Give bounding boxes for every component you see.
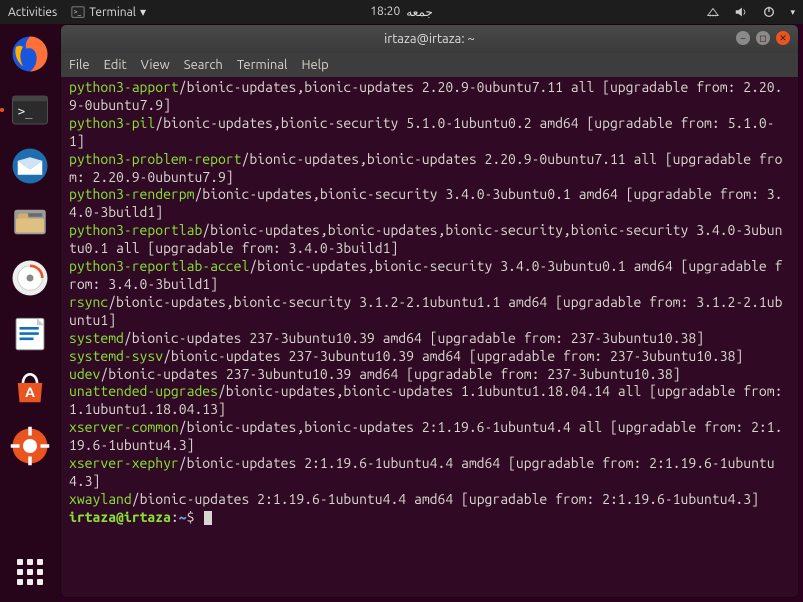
activities-button[interactable]: Activities	[8, 6, 57, 19]
package-name: python3-reportlab	[69, 222, 202, 238]
window-titlebar[interactable]: irtaza@irtaza: ~ – ◻ ✕	[61, 25, 798, 53]
package-name: python3-reportlab-accel	[69, 258, 249, 274]
chevron-down-icon: ▾	[790, 7, 795, 18]
terminal-menubar: File Edit View Search Terminal Help	[61, 53, 798, 77]
dock-item-thunderbird[interactable]	[6, 142, 54, 190]
package-details: /bionic-updates,bionic-security 3.1.2-2.…	[69, 294, 782, 328]
package-details: /bionic-updates 237-3ubuntu10.39 amd64 […	[124, 330, 704, 346]
terminal-icon: >_	[71, 5, 85, 19]
prompt-user-host: irtaza@irtaza	[69, 509, 171, 525]
package-name: python3-apport	[69, 79, 179, 95]
prompt-colon: :	[171, 509, 179, 525]
window-title: irtaza@irtaza: ~	[384, 32, 475, 46]
prompt-symbol: $	[187, 509, 203, 525]
terminal-output[interactable]: python3-apport/bionic-updates,bionic-upd…	[61, 77, 798, 597]
package-name: xwayland	[69, 491, 132, 507]
status-area[interactable]: ▾	[706, 5, 795, 19]
terminal-window: irtaza@irtaza: ~ – ◻ ✕ File Edit View Searc…	[60, 24, 799, 598]
package-name: unattended-upgrades	[69, 383, 218, 399]
package-name: python3-problem-report	[69, 151, 241, 167]
clock-date: جمعه	[406, 5, 433, 19]
maximize-button[interactable]: ◻	[756, 31, 770, 45]
package-name: rsync	[69, 294, 108, 310]
menu-terminal[interactable]: Terminal	[237, 58, 288, 72]
package-name: systemd	[69, 330, 124, 346]
package-details: /bionic-updates 237-3ubuntu10.39 amd64 […	[163, 348, 743, 364]
dock-item-firefox[interactable]	[6, 30, 54, 78]
svg-text:>_: >_	[74, 8, 82, 16]
power-icon	[762, 5, 776, 19]
dock: >_ A	[0, 24, 60, 602]
network-icon	[706, 5, 720, 19]
package-details: /bionic-updates 2:1.19.6-1ubuntu4.4 amd6…	[132, 491, 759, 507]
svg-text:>_: >_	[18, 104, 33, 118]
dock-item-terminal[interactable]: >_	[6, 86, 54, 134]
clock[interactable]: 18:20 جمعه	[370, 5, 433, 19]
app-menu-label: Terminal	[89, 6, 136, 19]
minimize-button[interactable]: –	[736, 31, 750, 45]
menu-view[interactable]: View	[141, 58, 170, 72]
package-name: xserver-common	[69, 419, 179, 435]
dock-item-software[interactable]: A	[6, 366, 54, 414]
terminal-cursor	[204, 511, 212, 525]
package-name: python3-pil	[69, 115, 155, 131]
chevron-down-icon: ▾	[140, 5, 146, 19]
volume-icon	[734, 5, 748, 19]
show-applications-button[interactable]	[6, 548, 54, 596]
package-name: udev	[69, 366, 100, 382]
menu-help[interactable]: Help	[301, 58, 328, 72]
clock-time: 18:20	[370, 5, 400, 19]
package-name: xserver-xephyr	[69, 455, 179, 471]
dock-item-files[interactable]	[6, 198, 54, 246]
package-details: /bionic-updates,bionic-security 5.1.0-1u…	[69, 115, 775, 149]
menu-search[interactable]: Search	[184, 58, 223, 72]
prompt-path: ~	[179, 509, 187, 525]
dock-item-help[interactable]	[6, 422, 54, 470]
svg-text:A: A	[25, 384, 35, 400]
menu-file[interactable]: File	[69, 58, 90, 72]
package-name: systemd-sysv	[69, 348, 163, 364]
gnome-topbar: Activities >_ Terminal ▾ 18:20 جمعه ▾	[0, 0, 803, 24]
dock-item-rhythmbox[interactable]	[6, 254, 54, 302]
app-menu[interactable]: >_ Terminal ▾	[71, 5, 146, 19]
menu-edit[interactable]: Edit	[104, 58, 127, 72]
package-name: python3-renderpm	[69, 186, 194, 202]
package-details: /bionic-updates 237-3ubuntu10.39 amd64 […	[100, 366, 680, 382]
close-button[interactable]: ✕	[776, 31, 790, 45]
dock-item-libreoffice-writer[interactable]	[6, 310, 54, 358]
